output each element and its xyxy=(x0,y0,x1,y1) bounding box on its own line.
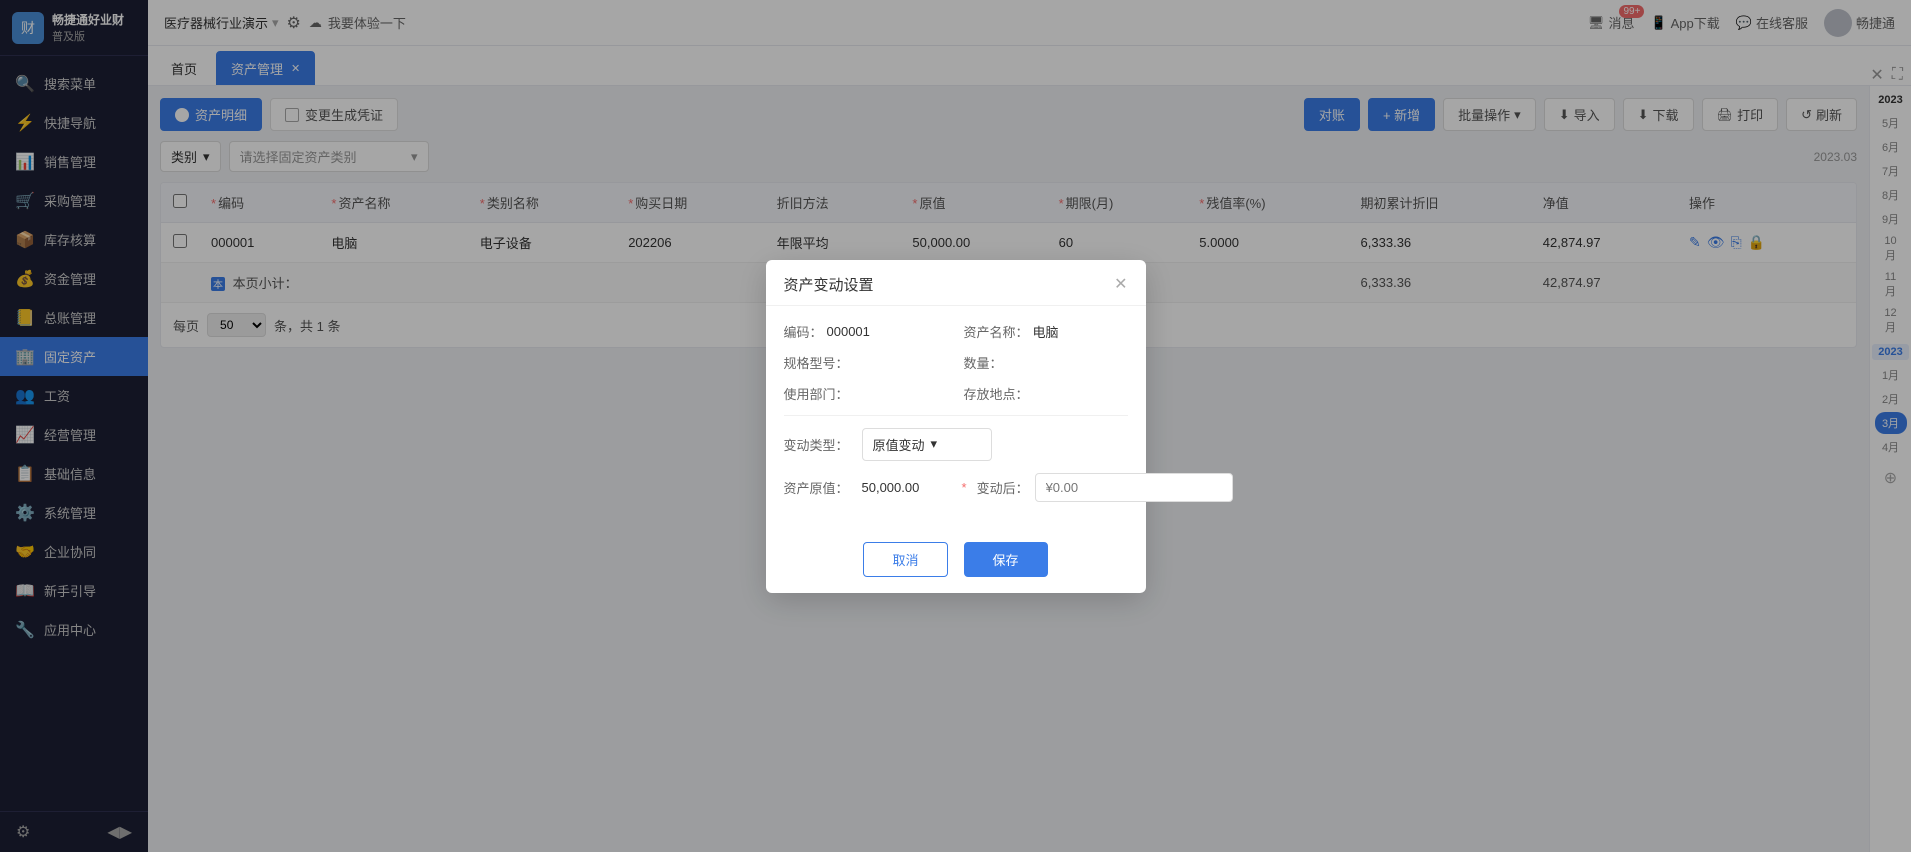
dialog-field-code: 编码： 000001 xyxy=(784,322,948,341)
dialog-field-spec: 规格型号： xyxy=(784,353,948,372)
dialog-footer: 取消 保存 xyxy=(766,534,1146,593)
dialog-row-dept-location: 使用部门： 存放地点： xyxy=(784,384,1128,403)
dialog-field-quantity: 数量： xyxy=(964,353,1128,372)
select-chevron-icon: ▾ xyxy=(931,436,938,452)
dialog-change-type-row: 变动类型： 原值变动 ▾ xyxy=(784,428,1128,461)
dialog-row-spec-qty: 规格型号： 数量： xyxy=(784,353,1128,372)
after-value-input[interactable] xyxy=(1035,473,1233,502)
modal-overlay: 资产变动设置 ✕ 编码： 000001 资产名称： 电脑 规格型号： xyxy=(0,0,1911,852)
dialog-divider xyxy=(784,415,1128,416)
dialog-field-dept: 使用部门： xyxy=(784,384,948,403)
dialog-body: 编码： 000001 资产名称： 电脑 规格型号： 数量： xyxy=(766,306,1146,534)
asset-change-dialog: 资产变动设置 ✕ 编码： 000001 资产名称： 电脑 规格型号： xyxy=(766,260,1146,593)
cancel-button[interactable]: 取消 xyxy=(863,542,947,577)
dialog-row-code-name: 编码： 000001 资产名称： 电脑 xyxy=(784,322,1128,341)
change-type-select[interactable]: 原值变动 ▾ xyxy=(862,428,992,461)
dialog-title: 资产变动设置 xyxy=(784,274,874,295)
dialog-close-button[interactable]: ✕ xyxy=(1114,274,1127,294)
save-button[interactable]: 保存 xyxy=(964,542,1048,577)
dialog-value-row: 资产原值： 50,000.00 * 变动后： xyxy=(784,473,1128,502)
dialog-field-location: 存放地点： xyxy=(964,384,1128,403)
dialog-header: 资产变动设置 ✕ xyxy=(766,260,1146,306)
dialog-field-name: 资产名称： 电脑 xyxy=(964,322,1128,341)
